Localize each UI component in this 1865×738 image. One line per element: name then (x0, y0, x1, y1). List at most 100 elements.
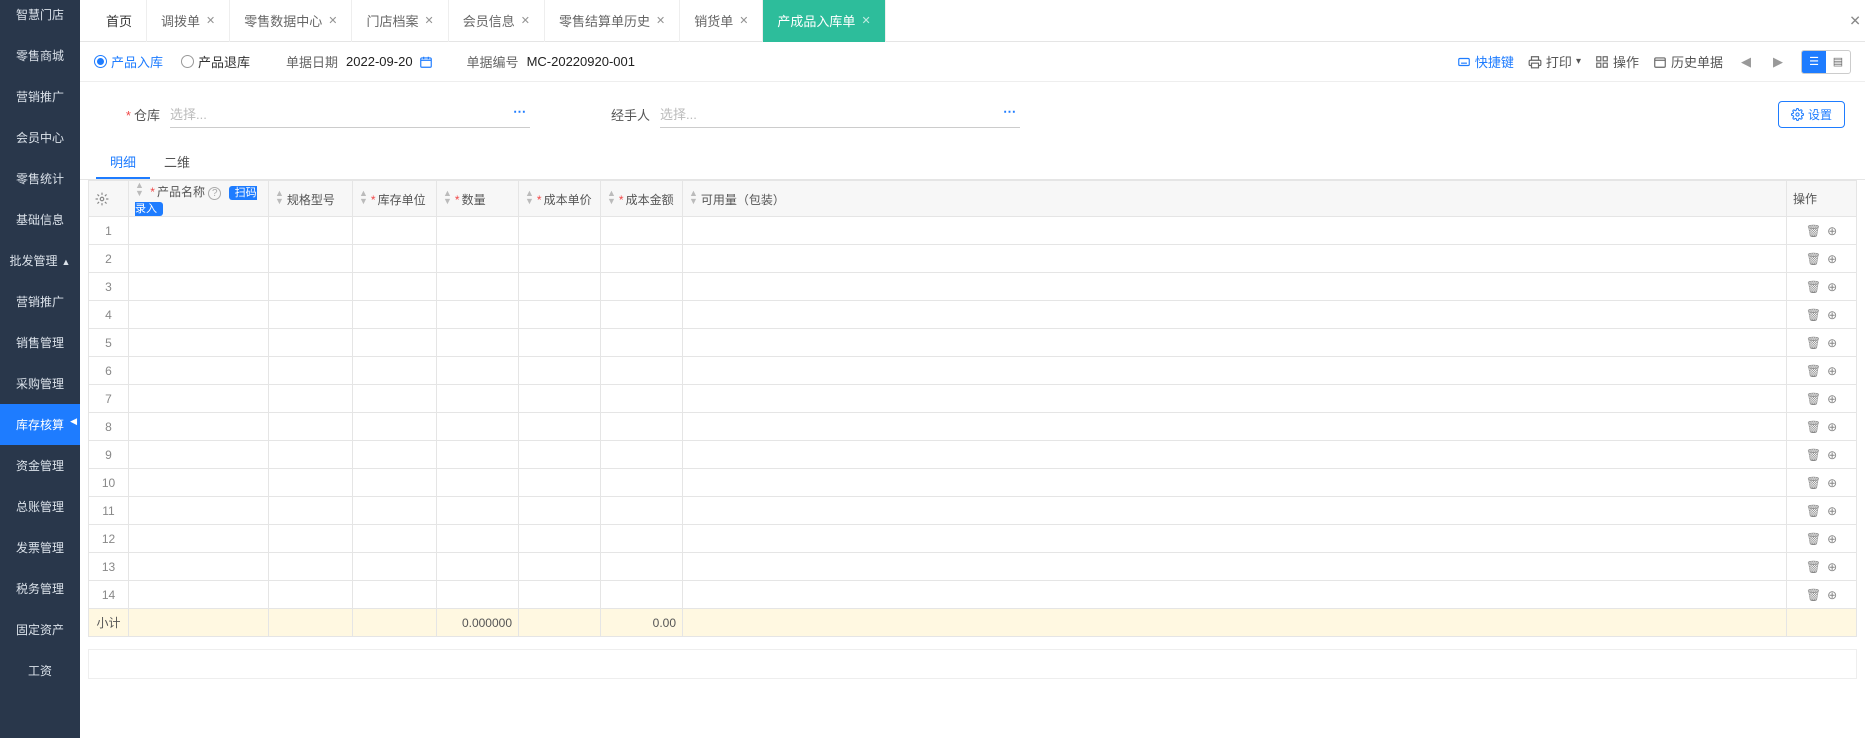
delete-icon[interactable]: 🗑 (1806, 448, 1821, 462)
delete-icon[interactable]: 🗑 (1806, 420, 1821, 434)
list-view-icon[interactable]: ☰ (1802, 51, 1826, 73)
sidebar-item-fixedasset[interactable]: 固定资产 (0, 609, 80, 650)
cell[interactable] (269, 441, 353, 469)
cell[interactable] (129, 469, 269, 497)
cell[interactable] (437, 217, 519, 245)
add-icon[interactable]: ⊕ (1827, 252, 1837, 266)
cell[interactable] (601, 441, 683, 469)
cell[interactable] (519, 217, 601, 245)
table-row[interactable]: 7🗑⊕ (89, 385, 1857, 413)
cell[interactable] (601, 357, 683, 385)
add-icon[interactable]: ⊕ (1827, 476, 1837, 490)
cell[interactable] (129, 273, 269, 301)
sidebar-item-salary[interactable]: 工资 (0, 650, 80, 691)
cell[interactable] (519, 329, 601, 357)
col-unit[interactable]: ▲▼*库存单位 (353, 181, 437, 217)
warehouse-select[interactable]: 选择... ⋯ (170, 100, 530, 128)
more-icon[interactable]: ⋯ (513, 104, 526, 120)
table-row[interactable]: 2🗑⊕ (89, 245, 1857, 273)
cell[interactable] (353, 273, 437, 301)
add-icon[interactable]: ⊕ (1827, 588, 1837, 602)
sidebar-item-purchase[interactable]: 采购管理 (0, 363, 80, 404)
add-icon[interactable]: ⊕ (1827, 504, 1837, 518)
cell[interactable] (129, 385, 269, 413)
cell[interactable] (353, 357, 437, 385)
help-icon[interactable]: ? (208, 187, 221, 200)
cell[interactable] (683, 413, 1787, 441)
subtab-detail[interactable]: 明细 (96, 146, 150, 179)
tab-retaildata[interactable]: 零售数据中心✕ (230, 0, 352, 42)
cell[interactable] (437, 301, 519, 329)
cell[interactable] (437, 245, 519, 273)
cell[interactable] (437, 581, 519, 609)
add-icon[interactable]: ⊕ (1827, 364, 1837, 378)
cell[interactable] (683, 329, 1787, 357)
col-product[interactable]: ▲▼ *产品名称 ? 扫码录入 (129, 181, 269, 217)
cell[interactable] (269, 497, 353, 525)
cell[interactable] (129, 497, 269, 525)
add-icon[interactable]: ⊕ (1827, 420, 1837, 434)
delete-icon[interactable]: 🗑 (1806, 532, 1821, 546)
sidebar-item-inventory[interactable]: 库存核算 (0, 404, 80, 445)
sidebar-item-funds[interactable]: 资金管理 (0, 445, 80, 486)
cell[interactable] (601, 581, 683, 609)
cell[interactable] (519, 441, 601, 469)
cell[interactable] (129, 553, 269, 581)
cell[interactable] (683, 497, 1787, 525)
cell[interactable] (353, 245, 437, 273)
delete-icon[interactable]: 🗑 (1806, 504, 1821, 518)
sidebar-item-retailmall[interactable]: 零售商城 (0, 35, 80, 76)
cell[interactable] (353, 441, 437, 469)
table-row[interactable]: 10🗑⊕ (89, 469, 1857, 497)
cell[interactable] (601, 273, 683, 301)
cell[interactable] (437, 441, 519, 469)
calendar-icon[interactable] (419, 54, 433, 70)
cell[interactable] (437, 357, 519, 385)
cell[interactable] (437, 525, 519, 553)
cell[interactable] (601, 497, 683, 525)
subtab-two[interactable]: 二维 (150, 146, 204, 179)
delete-icon[interactable]: 🗑 (1806, 588, 1821, 602)
cell[interactable] (683, 301, 1787, 329)
cell[interactable] (683, 553, 1787, 581)
cell[interactable] (269, 525, 353, 553)
cell[interactable] (683, 581, 1787, 609)
grid-view-icon[interactable]: ▤ (1826, 51, 1850, 73)
cell[interactable] (437, 385, 519, 413)
cell[interactable] (269, 469, 353, 497)
cell[interactable] (437, 497, 519, 525)
cell[interactable] (683, 385, 1787, 413)
table-row[interactable]: 9🗑⊕ (89, 441, 1857, 469)
delete-icon[interactable]: 🗑 (1806, 560, 1821, 574)
cell[interactable] (353, 497, 437, 525)
cell[interactable] (269, 413, 353, 441)
cell[interactable] (353, 553, 437, 581)
sidebar-item-ledger[interactable]: 总账管理 (0, 486, 80, 527)
cell[interactable] (601, 329, 683, 357)
cell[interactable] (437, 329, 519, 357)
table-row[interactable]: 1🗑⊕ (89, 217, 1857, 245)
cell[interactable] (519, 357, 601, 385)
cell[interactable] (519, 413, 601, 441)
cell[interactable] (519, 301, 601, 329)
cell[interactable] (601, 469, 683, 497)
table-row[interactable]: 4🗑⊕ (89, 301, 1857, 329)
sidebar-item-smartstore[interactable]: 智慧门店 (0, 0, 80, 35)
print-link[interactable]: 打印 ▾ (1528, 52, 1581, 71)
table-row[interactable]: 13🗑⊕ (89, 553, 1857, 581)
col-avail[interactable]: ▲▼可用量（包装） (683, 181, 1787, 217)
ops-link[interactable]: 操作 (1595, 52, 1639, 71)
table-row[interactable]: 12🗑⊕ (89, 525, 1857, 553)
delete-icon[interactable]: 🗑 (1806, 336, 1821, 350)
cell[interactable] (353, 469, 437, 497)
cell[interactable] (601, 245, 683, 273)
tab-transfer[interactable]: 调拨单✕ (147, 0, 230, 42)
cell[interactable] (601, 413, 683, 441)
close-icon[interactable]: ✕ (656, 14, 665, 27)
col-amount[interactable]: ▲▼*成本金额 (601, 181, 683, 217)
sidebar-item-invoice[interactable]: 发票管理 (0, 527, 80, 568)
sidebar-item-retailstats[interactable]: 零售统计 (0, 158, 80, 199)
add-icon[interactable]: ⊕ (1827, 532, 1837, 546)
cell[interactable] (519, 245, 601, 273)
radio-product-out[interactable]: 产品退库 (181, 52, 250, 71)
